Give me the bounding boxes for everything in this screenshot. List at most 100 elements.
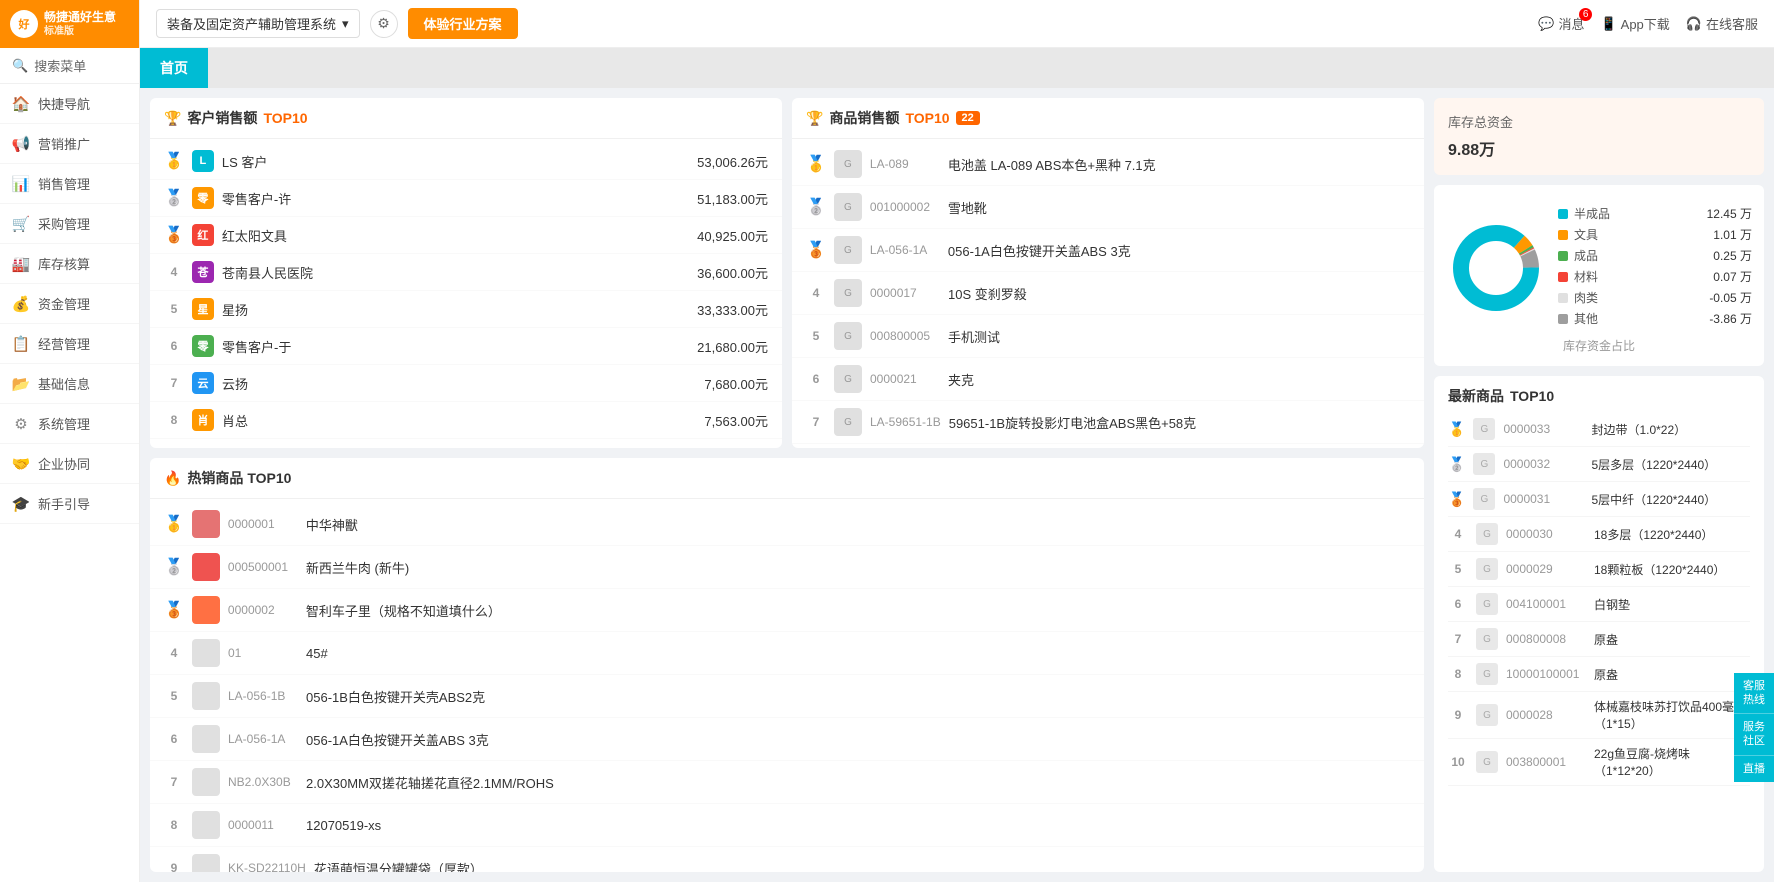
product-sales-item: 4 G 0000017 10S 变刹罗殺 [792,272,1424,315]
customer-name: 红太阳文具 [222,226,689,245]
rank-avatar: 星 [192,298,214,320]
rank-avatar: 肖 [192,409,214,431]
legend-name: 半成品 [1574,205,1701,222]
legend-name: 肉类 [1574,289,1703,306]
float-service-hotline[interactable]: 客服热线 [1734,673,1774,715]
product-name: 体械嘉枝味苏打饮品400毫升（1*15） [1594,698,1750,732]
logo-icon: 好 [10,10,38,38]
new-product-item: 🥉 G 0000031 5层中纤（1220*2440） [1448,482,1750,517]
sidebar-item-经营管理[interactable]: 📋经营管理 [0,324,139,364]
product-sales-item: 🥇 G LA-089 电池盖 LA-089 ABS本色+黑种 7.1克 [792,143,1424,186]
sidebar-item-资金管理[interactable]: 💰资金管理 [0,284,139,324]
customer-name: 云扬 [222,374,696,393]
medal-icon: 🥈 [806,197,826,217]
product-name: 智利车子里（规格不知道填什么） [306,601,1410,620]
sidebar-logo: 好 畅捷通好生意 标准版 [0,0,139,48]
search-menu[interactable]: 🔍 搜索菜单 [0,48,139,84]
new-product-item: 10 G 003800001 22g鱼豆腐-烧烤味（1*12*20） [1448,739,1750,786]
product-code: 0000033 [1503,422,1583,436]
sidebar-item-采购管理[interactable]: 🛒采购管理 [0,204,139,244]
sidebar-item-新手引导[interactable]: 🎓新手引导 [0,484,139,524]
rank-avatar: 零 [192,335,214,357]
sidebar-item-基础信息[interactable]: 📂基础信息 [0,364,139,404]
page-content: 🏆 客户销售额 TOP10 🥇 L LS 客户 53,006.26元 🥈 零 零… [140,88,1774,882]
legend-item: 其他 -3.86 万 [1558,310,1752,327]
hot-product-item: 4 01 45# [150,632,1424,675]
right-column: 库存总资金 9.88万 [1434,98,1764,872]
sidebar-item-销售管理[interactable]: 📊销售管理 [0,164,139,204]
search-menu-label: 搜索菜单 [34,56,86,75]
product-code: LA-59651-1B [870,415,941,429]
product-sales-card: 🏆 商品销售额 TOP10 22 🥇 G LA-089 电池盖 LA-089 A… [792,98,1424,448]
product-thumb [192,854,220,872]
product-sales-item: 7 G LA-59651-1B 59651-1B旋转投影灯电池盒ABS黑色+58… [792,401,1424,444]
legend-dot [1558,209,1568,219]
medal-icon: 🥇 [164,514,184,534]
legend-value: 12.45 万 [1707,205,1752,222]
app-download-button[interactable]: 📱 App下载 [1600,14,1669,33]
settings-button[interactable]: ⚙ [370,10,398,38]
ranking-item: 🥇 L LS 客户 53,006.26元 [150,143,782,180]
float-live[interactable]: 直播 [1734,756,1774,782]
product-code: 003800001 [1506,755,1586,769]
rank-number: 6 [806,369,826,389]
customer-amount: 53,006.26元 [697,152,768,171]
customer-name: 零售客户-于 [222,337,689,356]
product-thumb [192,768,220,796]
donut-svg [1446,218,1546,318]
trial-button[interactable]: 体验行业方案 [408,8,518,39]
sidebar-item-营销推广[interactable]: 📢营销推广 [0,124,139,164]
product-sales-item: 6 G 0000021 夹克 [792,358,1424,401]
rank-number: 7 [164,373,184,393]
product-sales-title: 商品销售额 [829,108,899,128]
product-code: 000500001 [228,560,298,574]
product-sales-header: 🏆 商品销售额 TOP10 22 [792,98,1424,139]
legend-name: 文具 [1574,226,1707,243]
product-thumb: G [1476,704,1498,726]
system-selector[interactable]: 装备及固定资产辅助管理系统 ▾ [156,9,360,38]
product-code: 001000002 [870,200,940,214]
legend-value: -0.05 万 [1709,289,1752,306]
product-thumb: G [834,236,862,264]
product-thumb [192,811,220,839]
product-thumb [192,639,220,667]
float-buttons: 客服热线 服务社区 直播 [1734,673,1774,782]
sidebar-item-企业协同[interactable]: 🤝企业协同 [0,444,139,484]
product-sales-item: 🥈 G 001000002 雪地靴 [792,186,1424,229]
rank-number: 8 [164,815,184,835]
new-product-item: 🥈 G 0000032 5层多层（1220*2440） [1448,447,1750,482]
message-button[interactable]: 💬 消息 6 [1538,14,1584,33]
nav-label: 采购管理 [38,214,90,233]
sidebar-item-库存核算[interactable]: 🏭库存核算 [0,244,139,284]
content-tabs: 首页 [140,48,1774,88]
product-name: 18多层（1220*2440） [1594,526,1750,543]
topbar: 装备及固定资产辅助管理系统 ▾ ⚙ 体验行业方案 💬 消息 6 📱 App下载 … [140,0,1774,48]
medal-icon: 🥇 [164,151,184,171]
float-service-community[interactable]: 服务社区 [1734,714,1774,756]
product-name: 59651-1B旋转投影灯电池盒ABS黑色+58克 [949,413,1410,432]
medal-icon: 🥉 [164,600,184,620]
rank-number: 9 [164,858,184,872]
rank-avatar: 红 [192,224,214,246]
new-product-item: 8 G 10000100001 原盎 [1448,657,1750,692]
nav-icon: 📋 [12,335,30,353]
main-area: 装备及固定资产辅助管理系统 ▾ ⚙ 体验行业方案 💬 消息 6 📱 App下载 … [140,0,1774,882]
product-name: 5层中纤（1220*2440） [1591,491,1750,508]
product-thumb: G [834,365,862,393]
new-product-item: 9 G 0000028 体械嘉枝味苏打饮品400毫升（1*15） [1448,692,1750,739]
product-thumb: G [1476,628,1498,650]
logo-subtitle: 标准版 [44,25,116,38]
fire-icon: 🔥 [164,470,181,487]
medal-icon: 🥈 [164,188,184,208]
hot-product-item: 🥈 000500001 新西兰牛肉 (新牛) [150,546,1424,589]
product-thumb [192,553,220,581]
customer-amount: 40,925.00元 [697,226,768,245]
sidebar-item-系统管理[interactable]: ⚙系统管理 [0,404,139,444]
sidebar-item-快捷导航[interactable]: 🏠快捷导航 [0,84,139,124]
tab-home[interactable]: 首页 [140,48,208,88]
product-thumb: G [1473,418,1495,440]
hot-products-card: 🔥 热销商品 TOP10 🥇 0000001 中华神獸 🥈 000500001 … [150,458,1424,872]
online-service-button[interactable]: 🎧 在线客服 [1686,14,1758,33]
donut-chart [1446,218,1546,318]
product-thumb [192,682,220,710]
